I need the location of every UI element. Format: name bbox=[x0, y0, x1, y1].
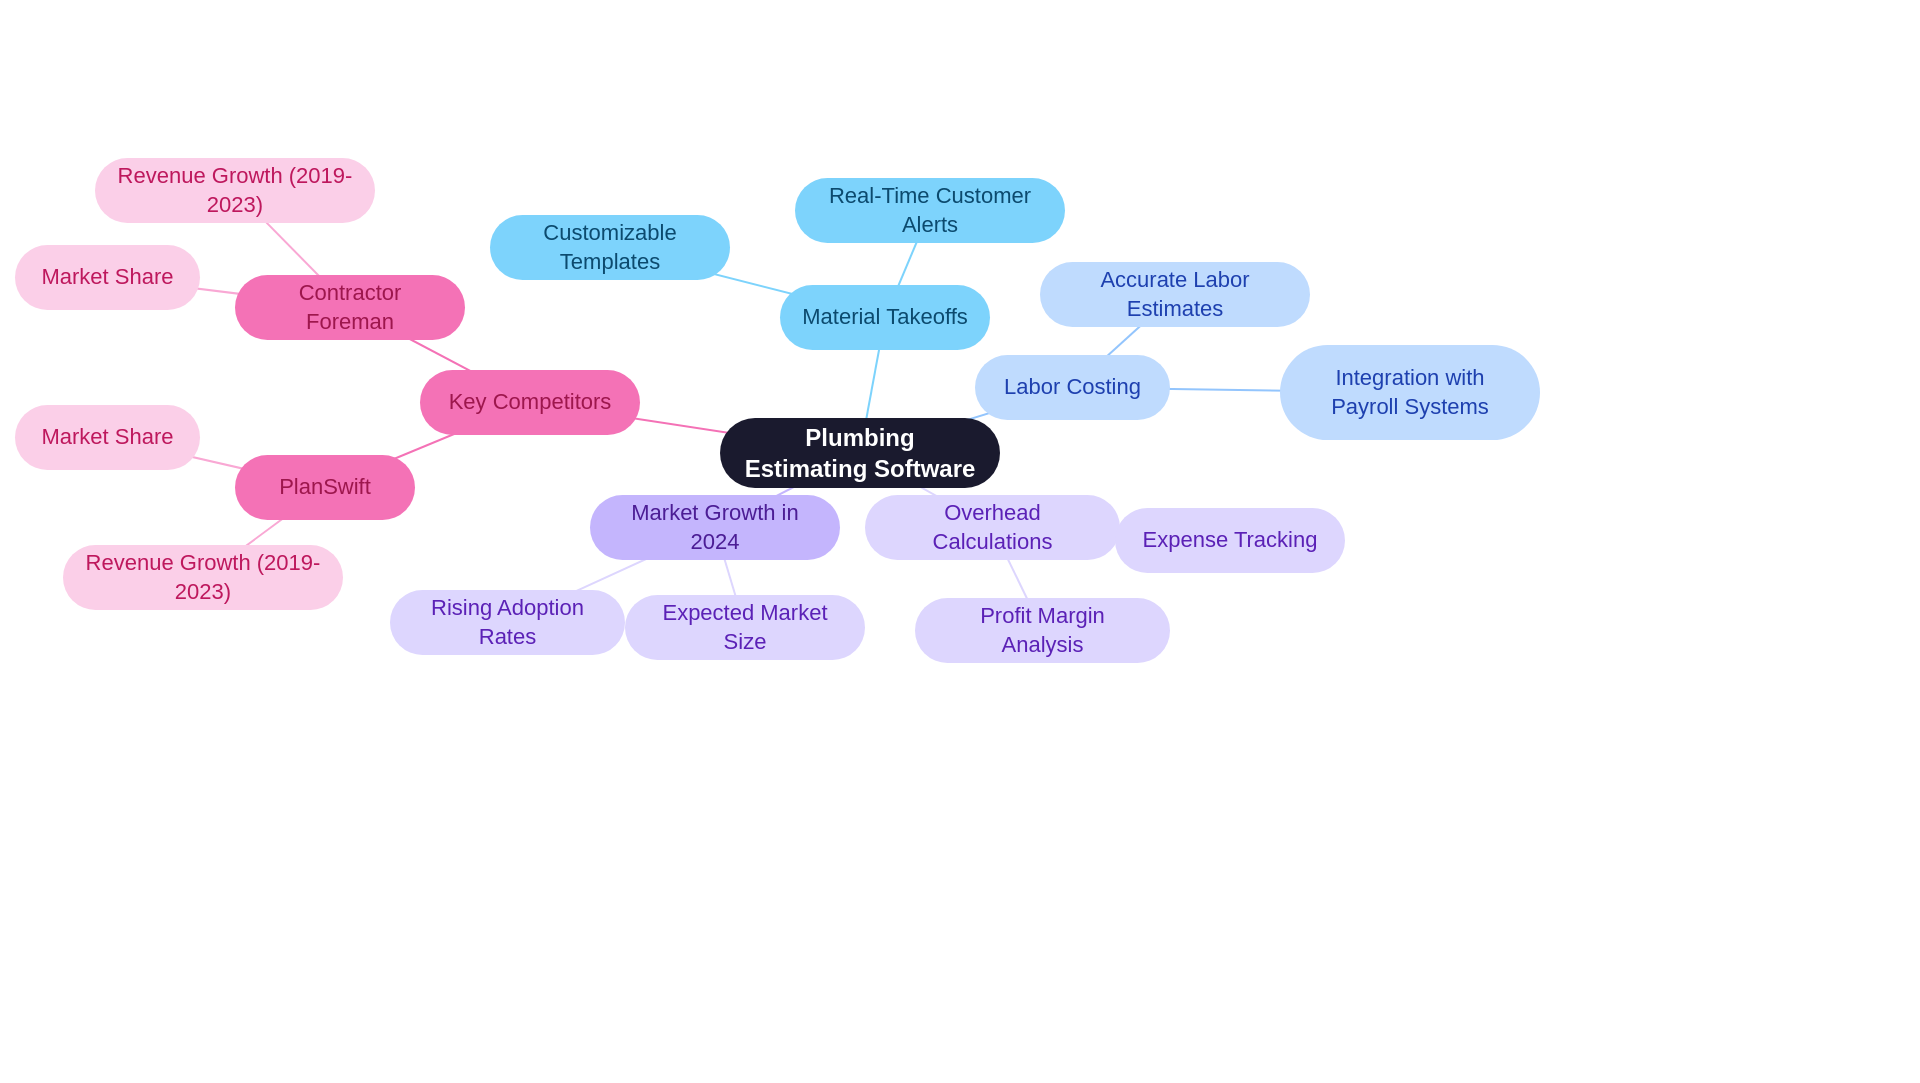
integration-payroll-node[interactable]: Integration with Payroll Systems bbox=[1280, 345, 1540, 440]
contractor-foreman-node[interactable]: Contractor Foreman bbox=[235, 275, 465, 340]
revenue-growth-2-node[interactable]: Revenue Growth (2019-2023) bbox=[63, 545, 343, 610]
labor-costing-node[interactable]: Labor Costing bbox=[975, 355, 1170, 420]
overhead-calc-node[interactable]: Overhead Calculations bbox=[865, 495, 1120, 560]
profit-margin-node[interactable]: Profit Margin Analysis bbox=[915, 598, 1170, 663]
center-node[interactable]: Plumbing Estimating Software bbox=[720, 418, 1000, 488]
customizable-templates-node[interactable]: Customizable Templates bbox=[490, 215, 730, 280]
market-share-2-node[interactable]: Market Share bbox=[15, 405, 200, 470]
key-competitors-node[interactable]: Key Competitors bbox=[420, 370, 640, 435]
expense-tracking-node[interactable]: Expense Tracking bbox=[1115, 508, 1345, 573]
planswift-node[interactable]: PlanSwift bbox=[235, 455, 415, 520]
real-time-alerts-node[interactable]: Real-Time Customer Alerts bbox=[795, 178, 1065, 243]
revenue-growth-1-node[interactable]: Revenue Growth (2019-2023) bbox=[95, 158, 375, 223]
market-growth-node[interactable]: Market Growth in 2024 bbox=[590, 495, 840, 560]
accurate-labor-node[interactable]: Accurate Labor Estimates bbox=[1040, 262, 1310, 327]
expected-market-node[interactable]: Expected Market Size bbox=[625, 595, 865, 660]
rising-adoption-node[interactable]: Rising Adoption Rates bbox=[390, 590, 625, 655]
market-share-1-node[interactable]: Market Share bbox=[15, 245, 200, 310]
material-takeoffs-node[interactable]: Material Takeoffs bbox=[780, 285, 990, 350]
mindmap-container: Plumbing Estimating Software Key Competit… bbox=[0, 0, 1920, 1083]
